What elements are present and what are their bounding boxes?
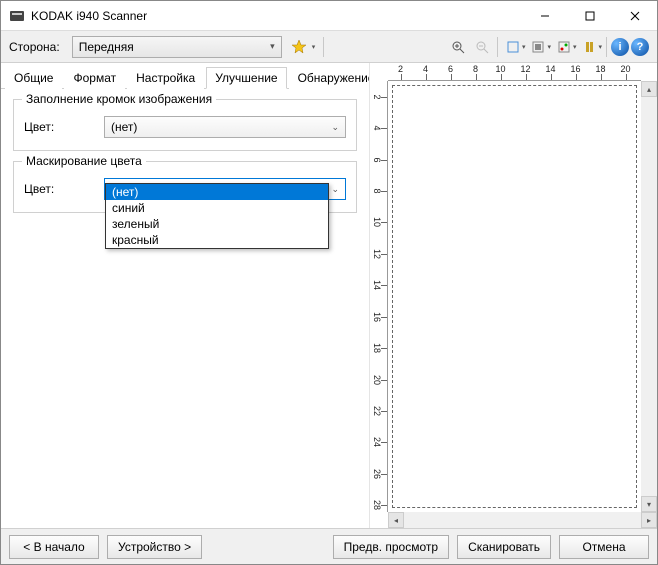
scroll-track[interactable]: [641, 97, 657, 496]
chevron-down-icon: ⌄: [331, 122, 339, 133]
chevron-down-icon: ▾: [573, 43, 577, 51]
preview-canvas[interactable]: [388, 81, 641, 512]
home-button[interactable]: < В начало: [9, 535, 99, 559]
side-select[interactable]: Передняя ▾: [72, 36, 282, 58]
tab-adjust[interactable]: Настройка: [127, 67, 204, 89]
side-select-value: Передняя: [79, 40, 134, 54]
chevron-down-icon: ▾: [598, 43, 602, 51]
tool-button-3[interactable]: [553, 36, 575, 58]
separator: [323, 37, 324, 57]
tool-button-4[interactable]: [578, 36, 600, 58]
preview-button[interactable]: Предв. просмотр: [333, 535, 449, 559]
preview-pane: 2468101214161820 24681012141618202224262…: [369, 63, 657, 528]
color-dropout-legend: Маскирование цвета: [22, 154, 146, 168]
chevron-down-icon: ▾: [522, 43, 526, 51]
chevron-down-icon: ▾: [270, 41, 275, 52]
cancel-button[interactable]: Отмена: [559, 535, 649, 559]
tab-format[interactable]: Формат: [64, 67, 125, 89]
scrollbar-horizontal[interactable]: ◂ ▸: [388, 512, 657, 528]
dropdown-option[interactable]: (нет): [106, 184, 328, 200]
close-button[interactable]: [612, 1, 657, 30]
scroll-track[interactable]: [404, 512, 641, 528]
scroll-down-button[interactable]: ▾: [641, 496, 657, 512]
scrollbar-vertical[interactable]: ▴ ▾: [641, 81, 657, 512]
scan-button[interactable]: Сканировать: [457, 535, 551, 559]
zoom-out-button[interactable]: [471, 36, 493, 58]
shortcut-button[interactable]: [288, 36, 310, 58]
document-outline: [392, 85, 637, 508]
separator: [606, 37, 607, 57]
info-button[interactable]: i: [611, 38, 629, 56]
toolbar: Сторона: Передняя ▾ ▾ ▾ ▾ ▾ ▾ i ?: [1, 31, 657, 63]
color-dropout-dropdown[interactable]: (нет) синий зеленый красный: [105, 183, 329, 249]
maximize-button[interactable]: [567, 1, 612, 30]
body-area: Общие Формат Настройка Улучшение Обнаруж…: [1, 63, 657, 528]
ruler-vertical: 246810121416182022242628: [370, 81, 388, 512]
zoom-in-button[interactable]: [447, 36, 469, 58]
tool-button-1[interactable]: [502, 36, 524, 58]
dropdown-option[interactable]: синий: [106, 200, 328, 216]
settings-pane: Общие Формат Настройка Улучшение Обнаруж…: [1, 63, 369, 528]
chevron-down-icon: ▾: [547, 43, 551, 51]
window-title: KODAK i940 Scanner: [31, 9, 522, 23]
chevron-down-icon: ⌄: [331, 184, 339, 195]
app-icon: [9, 8, 25, 24]
dropdown-option[interactable]: красный: [106, 232, 328, 248]
tab-enhance[interactable]: Улучшение: [206, 67, 286, 89]
color-dropout-color-label: Цвет:: [24, 182, 104, 196]
tool-button-2[interactable]: [527, 36, 549, 58]
scroll-left-button[interactable]: ◂: [388, 512, 404, 528]
chevron-down-icon: ▾: [312, 43, 316, 51]
edge-fill-color-value: (нет): [111, 120, 137, 134]
scroll-up-button[interactable]: ▴: [641, 81, 657, 97]
bottom-bar: < В начало Устройство > Предв. просмотр …: [1, 528, 657, 564]
edge-fill-color-label: Цвет:: [24, 120, 104, 134]
help-button[interactable]: ?: [631, 38, 649, 56]
tab-strip: Общие Формат Настройка Улучшение Обнаруж…: [1, 63, 369, 89]
edge-fill-legend: Заполнение кромок изображения: [22, 92, 216, 106]
tab-general[interactable]: Общие: [5, 67, 62, 89]
minimize-button[interactable]: [522, 1, 567, 30]
ruler-horizontal: 2468101214161820: [388, 63, 641, 81]
device-button[interactable]: Устройство >: [107, 535, 202, 559]
separator: [497, 37, 498, 57]
side-label: Сторона:: [9, 40, 60, 54]
dropdown-option[interactable]: зеленый: [106, 216, 328, 232]
scroll-right-button[interactable]: ▸: [641, 512, 657, 528]
edge-fill-group: Заполнение кромок изображения Цвет: (нет…: [13, 99, 357, 151]
titlebar: KODAK i940 Scanner: [1, 1, 657, 31]
edge-fill-color-select[interactable]: (нет) ⌄: [104, 116, 346, 138]
